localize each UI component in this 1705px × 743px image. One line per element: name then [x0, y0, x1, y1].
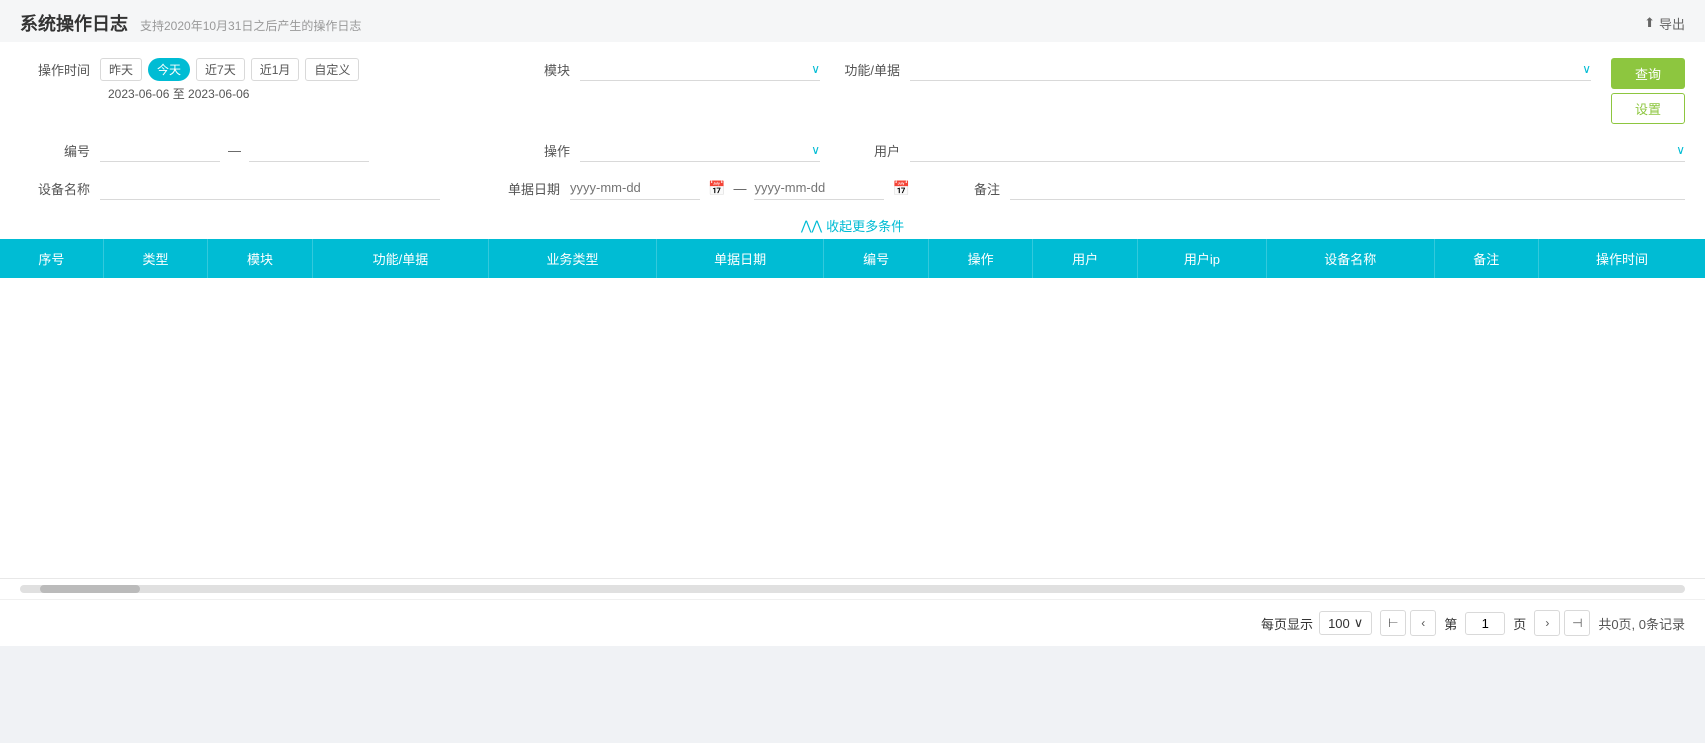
filter-section: 操作时间 昨天 今天 近7天 近1月 自定义 2023-06-06 至 2023…: [0, 42, 1705, 239]
page-label: 第: [1444, 614, 1457, 633]
collapse-up-icon: ⋀⋀: [801, 218, 822, 234]
query-button[interactable]: 查询: [1611, 58, 1685, 89]
collapse-button[interactable]: ⋀⋀ 收起更多条件: [801, 216, 904, 235]
page-header: 系统操作日志 支持2020年10月31日之后产生的操作日志 ⬆ 导出: [0, 0, 1705, 42]
page-nav: ⊢ ‹ 第 页 › ⊣: [1380, 610, 1590, 636]
col-device: 设备名称: [1266, 239, 1434, 278]
page-size-box[interactable]: 100 ∨: [1319, 611, 1372, 635]
export-button[interactable]: ⬆ 导出: [1644, 14, 1685, 33]
table-header-row: 序号 类型 模块 功能/单据 业务类型 单据日期 编号 操作 用户 用户ip 设…: [0, 239, 1705, 278]
page-total: 共0页, 0条记录: [1598, 614, 1685, 633]
collapse-label: 收起更多条件: [826, 216, 904, 235]
number-input-end[interactable]: [249, 138, 369, 162]
col-function: 功能/单据: [312, 239, 488, 278]
operation-label: 操作: [500, 141, 580, 160]
page-of-label: 页: [1513, 614, 1526, 633]
table-header: 序号 类型 模块 功能/单据 业务类型 单据日期 编号 操作 用户 用户ip 设…: [0, 239, 1705, 278]
col-module: 模块: [208, 239, 312, 278]
time-btn-7days[interactable]: 近7天: [196, 58, 245, 81]
table-section: 序号 类型 模块 功能/单据 业务类型 单据日期 编号 操作 用户 用户ip 设…: [0, 239, 1705, 578]
col-type: 类型: [103, 239, 207, 278]
data-table: 序号 类型 模块 功能/单据 业务类型 单据日期 编号 操作 用户 用户ip 设…: [0, 239, 1705, 278]
number-label: 编号: [20, 141, 100, 160]
col-voucher-date: 单据日期: [656, 239, 824, 278]
col-user: 用户: [1033, 239, 1137, 278]
user-select[interactable]: ∨: [910, 139, 1685, 162]
table-empty-area: [0, 278, 1705, 578]
export-icon: ⬆: [1644, 15, 1655, 31]
time-range-display: 2023-06-06 至 2023-06-06: [108, 87, 249, 101]
time-btn-custom[interactable]: 自定义: [305, 58, 359, 81]
first-page-button[interactable]: ⊢: [1380, 610, 1406, 636]
user-chevron-icon: ∨: [1676, 143, 1685, 157]
time-btn-1month[interactable]: 近1月: [251, 58, 300, 81]
module-select[interactable]: ∨: [580, 58, 820, 81]
time-btn-today[interactable]: 今天: [148, 58, 190, 81]
module-label: 模块: [500, 60, 580, 79]
date-end-input[interactable]: [754, 176, 884, 200]
time-options: 昨天 今天 近7天 近1月 自定义: [100, 58, 359, 81]
col-user-ip: 用户ip: [1137, 239, 1266, 278]
col-business-type: 业务类型: [489, 239, 657, 278]
per-page-value: 100: [1328, 616, 1350, 631]
date-sep: —: [733, 181, 746, 196]
function-select[interactable]: ∨: [910, 58, 1591, 81]
remark-input[interactable]: [1010, 176, 1685, 200]
col-operation: 操作: [928, 239, 1032, 278]
date-start-input[interactable]: [570, 176, 700, 200]
function-chevron-icon: ∨: [1582, 62, 1591, 76]
next-page-button[interactable]: ›: [1534, 610, 1560, 636]
col-index: 序号: [0, 239, 103, 278]
settings-button[interactable]: 设置: [1611, 93, 1685, 124]
per-page-label: 每页显示: [1261, 614, 1313, 633]
function-label: 功能/单据: [820, 60, 910, 79]
number-sep: —: [228, 143, 241, 158]
time-label: 操作时间: [20, 60, 100, 79]
last-page-button[interactable]: ⊣: [1564, 610, 1590, 636]
remark-label: 备注: [920, 179, 1010, 198]
device-label: 设备名称: [20, 179, 100, 198]
scrollbar-area: [0, 578, 1705, 599]
col-op-time: 操作时间: [1539, 239, 1705, 278]
export-label: 导出: [1659, 14, 1685, 33]
page-size-select: 每页显示 100 ∨: [1261, 611, 1372, 635]
operation-select[interactable]: ∨: [580, 139, 820, 162]
col-remark: 备注: [1434, 239, 1538, 278]
pagination-area: 每页显示 100 ∨ ⊢ ‹ 第 页 › ⊣ 共0页, 0条记录: [0, 599, 1705, 646]
page-title: 系统操作日志: [20, 10, 128, 36]
operation-chevron-icon: ∨: [811, 143, 820, 157]
horizontal-scrollbar[interactable]: [20, 585, 1685, 593]
calendar-start-icon[interactable]: 📅: [708, 180, 725, 197]
voucher-date-label: 单据日期: [500, 179, 570, 198]
date-range: 📅 — 📅: [570, 176, 910, 200]
time-btn-yesterday[interactable]: 昨天: [100, 58, 142, 81]
prev-page-button[interactable]: ‹: [1410, 610, 1436, 636]
col-number: 编号: [824, 239, 928, 278]
collapse-bar: ⋀⋀ 收起更多条件: [0, 208, 1705, 239]
number-input-start[interactable]: [100, 138, 220, 162]
title-group: 系统操作日志 支持2020年10月31日之后产生的操作日志: [20, 10, 361, 36]
user-label: 用户: [820, 141, 910, 160]
per-page-chevron-icon: ∨: [1354, 615, 1364, 631]
module-chevron-icon: ∨: [811, 62, 820, 76]
calendar-end-icon[interactable]: 📅: [892, 180, 909, 197]
number-range: —: [100, 138, 369, 162]
page-subtitle: 支持2020年10月31日之后产生的操作日志: [140, 17, 361, 34]
scrollbar-thumb[interactable]: [40, 585, 140, 593]
device-input[interactable]: [100, 176, 440, 200]
page-input[interactable]: [1465, 612, 1505, 635]
